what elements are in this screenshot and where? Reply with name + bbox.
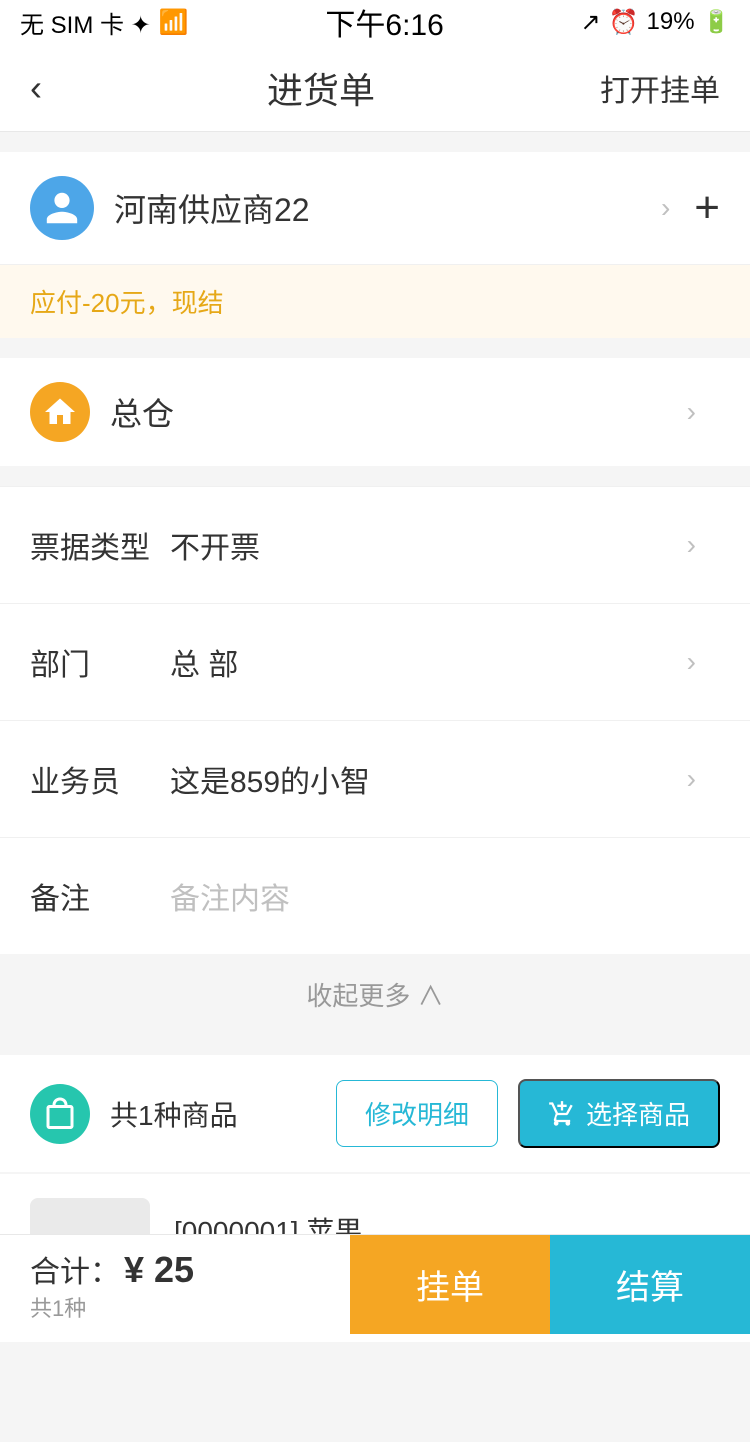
total-count: 共1种	[30, 1291, 320, 1323]
select-goods-button[interactable]: 选择商品	[518, 1079, 720, 1148]
location-icon: ↗	[581, 8, 601, 37]
salesperson-label: 业务员	[30, 757, 150, 801]
department-label: 部门	[30, 640, 150, 684]
wifi-icon: 📶	[159, 8, 189, 37]
invoice-row[interactable]: 票据类型 不开票 ›	[0, 486, 750, 603]
remark-input[interactable]: 备注内容	[170, 874, 720, 918]
battery-icon: 🔋	[703, 9, 730, 35]
battery-level: 19%	[647, 8, 695, 36]
warehouse-section: 总仓 ›	[0, 358, 750, 466]
warning-banner: 应付-20元，现结	[0, 265, 750, 338]
supplier-section: 河南供应商22 › + 应付-20元，现结	[0, 152, 750, 338]
add-button[interactable]: +	[694, 186, 720, 230]
supplier-row[interactable]: 河南供应商22 › +	[0, 152, 750, 265]
warehouse-name: 总仓	[110, 389, 687, 435]
supplier-chevron-icon: ›	[661, 192, 670, 224]
settle-button[interactable]: 结算	[550, 1235, 750, 1334]
status-bar: 无 SIM 卡 ✦ 📶 下午6:16 ↗ ⏰ 19% 🔋	[0, 0, 750, 44]
back-button[interactable]: ‹	[30, 67, 42, 109]
salesperson-chevron-icon: ›	[687, 763, 696, 795]
open-hang-button[interactable]: 打开挂单	[600, 66, 720, 110]
total-label: 合计：	[30, 1247, 120, 1291]
status-right: ↗ ⏰ 19% 🔋	[581, 8, 730, 37]
person-icon	[43, 189, 81, 227]
bottom-bar: 合计： ¥ 25 共1种 挂单 结算	[0, 1234, 750, 1334]
status-left: 无 SIM 卡 ✦ 📶	[20, 5, 189, 40]
goods-count: 共1种商品	[110, 1094, 316, 1134]
nav-bar: ‹ 进货单 打开挂单	[0, 44, 750, 132]
total-section: 合计： ¥ 25 共1种	[0, 1235, 350, 1334]
salesperson-value: 这是859的小智	[170, 757, 687, 801]
supplier-avatar	[30, 176, 94, 240]
collapse-button[interactable]: 收起更多 ∧	[0, 954, 750, 1035]
remark-row[interactable]: 备注 备注内容	[0, 837, 750, 954]
select-goods-label: 选择商品	[586, 1095, 690, 1132]
shopping-bag-icon	[42, 1096, 78, 1132]
form-section: 票据类型 不开票 › 部门 总 部 › 业务员 这是859的小智 › 备注 备注…	[0, 486, 750, 954]
warehouse-row[interactable]: 总仓 ›	[0, 358, 750, 466]
hang-button[interactable]: 挂单	[350, 1235, 550, 1334]
invoice-value: 不开票	[170, 523, 687, 567]
sim-status: 无 SIM 卡 ✦	[20, 5, 151, 40]
page-title: 进货单	[267, 62, 375, 114]
invoice-label: 票据类型	[30, 523, 150, 567]
status-time: 下午6:16	[325, 0, 443, 44]
goods-header: 共1种商品 修改明细 选择商品	[0, 1055, 750, 1172]
alarm-icon: ⏰	[609, 8, 639, 37]
home-icon	[42, 394, 78, 430]
department-chevron-icon: ›	[687, 646, 696, 678]
department-row[interactable]: 部门 总 部 ›	[0, 603, 750, 720]
modify-detail-button[interactable]: 修改明细	[336, 1080, 498, 1147]
warehouse-icon	[30, 382, 90, 442]
warehouse-chevron-icon: ›	[687, 396, 696, 428]
department-value: 总 部	[170, 640, 687, 684]
cart-add-icon	[548, 1100, 576, 1128]
total-amount: ¥ 25	[124, 1249, 194, 1291]
goods-icon	[30, 1084, 90, 1144]
remark-label: 备注	[30, 874, 150, 918]
supplier-name: 河南供应商22	[114, 185, 661, 231]
invoice-chevron-icon: ›	[687, 529, 696, 561]
salesperson-row[interactable]: 业务员 这是859的小智 ›	[0, 720, 750, 837]
